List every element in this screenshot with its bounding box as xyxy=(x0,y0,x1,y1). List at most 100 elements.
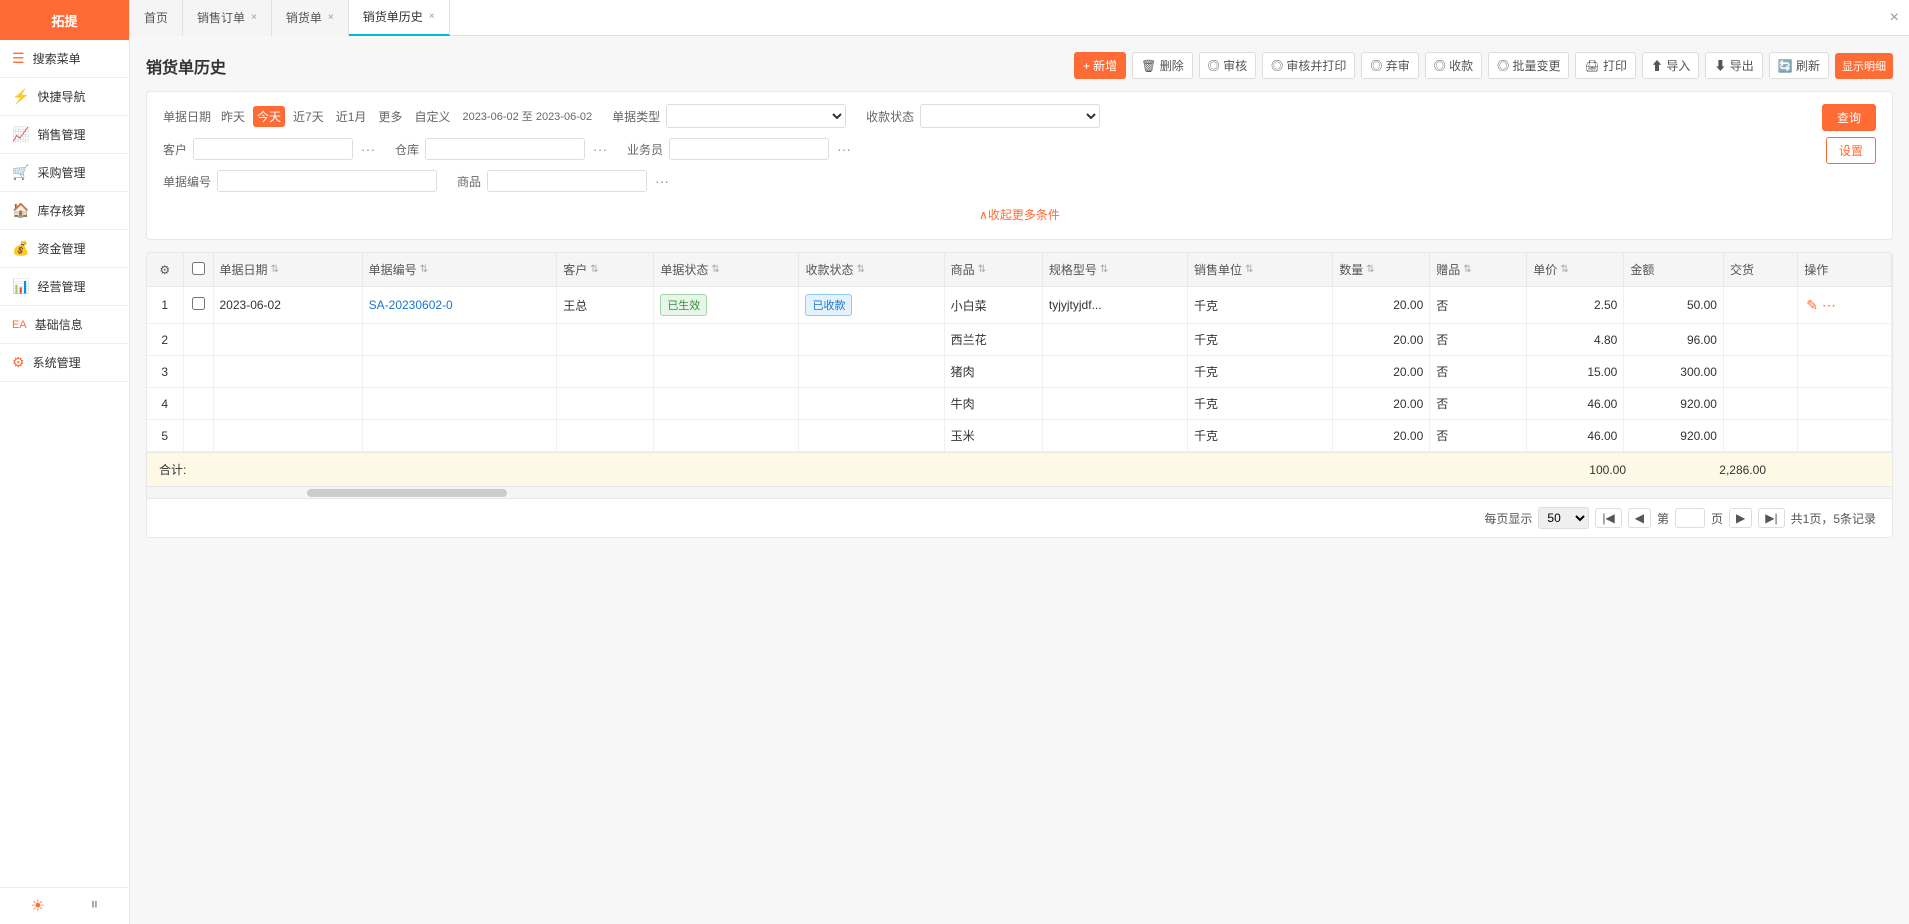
print-button[interactable]: 🖨 打印 xyxy=(1575,52,1636,79)
filter-agent-input[interactable] xyxy=(669,138,829,160)
cell-checkbox[interactable] xyxy=(183,324,213,356)
sort-doc-status[interactable]: 单据状态 ⇅ xyxy=(660,261,792,278)
cell-product: 牛肉 xyxy=(944,388,1042,420)
tab-sales-history[interactable]: 销货单历史 × xyxy=(349,0,450,36)
prev-page-button[interactable]: ◀ xyxy=(1628,508,1651,528)
display-detail-button[interactable]: 显示明细 xyxy=(1835,53,1893,79)
th-checkbox[interactable] xyxy=(183,253,213,287)
sort-number[interactable]: 单据编号 ⇅ xyxy=(369,261,551,278)
sort-receive-status[interactable]: 收款状态 ⇅ xyxy=(805,261,937,278)
sort-unit[interactable]: 销售单位 ⇅ xyxy=(1194,261,1326,278)
agent-dots[interactable]: ··· xyxy=(837,141,851,157)
shortcut-yesterday[interactable]: 昨天 xyxy=(217,106,249,127)
sidebar-item-search[interactable]: ☰ 搜索菜单 xyxy=(0,40,129,78)
more-action[interactable]: ⋯ xyxy=(1822,297,1836,313)
cell-checkbox[interactable] xyxy=(183,388,213,420)
filter-customer-input[interactable] xyxy=(193,138,353,160)
page-suffix: 页 xyxy=(1711,510,1723,527)
tab-sales-delivery-close[interactable]: × xyxy=(328,12,334,23)
export-button[interactable]: ⬇ 导出 xyxy=(1705,52,1762,79)
cell-price: 2.50 xyxy=(1527,287,1624,324)
row-checkbox[interactable] xyxy=(192,297,205,310)
sidebar-bottom-icon1[interactable]: ☀ xyxy=(31,896,45,916)
sort-gift[interactable]: 赠品 ⇅ xyxy=(1436,261,1520,278)
shortcut-more[interactable]: 更多 xyxy=(374,106,406,127)
sidebar-item-finance[interactable]: 💰 资金管理 xyxy=(0,230,129,268)
collapse-label: 收起更多条件 xyxy=(988,206,1060,223)
delete-button[interactable]: 🗑 删除 xyxy=(1132,52,1193,79)
th-settings[interactable]: ⚙ xyxy=(147,253,183,287)
shortcut-today[interactable]: 今天 xyxy=(253,106,285,127)
main-area: 首页 销售订单 × 销货单 × 销货单历史 × × 销货单历史 + 新增 🗑 删… xyxy=(130,0,1909,924)
sidebar-item-sales-label: 销售管理 xyxy=(37,126,85,143)
sort-price[interactable]: 单价 ⇅ xyxy=(1533,261,1617,278)
current-page-input[interactable]: 1 xyxy=(1675,508,1705,528)
import-button[interactable]: ⬆ 导入 xyxy=(1642,52,1699,79)
table-header-row: ⚙ 单据日期 ⇅ 单据编号 xyxy=(147,253,1892,287)
cell-spec xyxy=(1042,420,1187,452)
audit-button[interactable]: ◎ 审核 xyxy=(1199,52,1256,79)
sidebar-item-sales[interactable]: 📈 销售管理 xyxy=(0,116,129,154)
sort-spec[interactable]: 规格型号 ⇅ xyxy=(1049,261,1181,278)
sort-price-icon: ⇅ xyxy=(1560,264,1568,275)
batch-change-button[interactable]: ◎ 批量变更 xyxy=(1488,52,1569,79)
inventory-icon: 🏠 xyxy=(12,202,29,219)
sidebar-bottom-icon2[interactable]: ⏸ xyxy=(90,896,98,916)
tab-sales-order-close[interactable]: × xyxy=(251,12,257,23)
new-button[interactable]: + 新增 xyxy=(1074,52,1126,79)
settings-icon[interactable]: ⚙ xyxy=(159,263,170,277)
filter-doc-type-select[interactable] xyxy=(666,104,846,128)
sidebar-item-operations[interactable]: 📊 经营管理 xyxy=(0,268,129,306)
sidebar-item-quick-nav[interactable]: ⚡ 快捷导航 xyxy=(0,78,129,116)
settings-button[interactable]: 设置 xyxy=(1826,137,1876,164)
tab-sales-order[interactable]: 销售订单 × xyxy=(183,0,272,36)
tab-sales-history-close[interactable]: × xyxy=(429,11,435,22)
next-page-button[interactable]: ▶ xyxy=(1729,508,1752,528)
sort-product[interactable]: 商品 ⇅ xyxy=(951,261,1036,278)
sidebar-item-inventory[interactable]: 🏠 库存核算 xyxy=(0,192,129,230)
table-row: 5 玉米 千克 20.00 否 46.00 920.00 xyxy=(147,420,1892,452)
cell-customer xyxy=(557,356,654,388)
warehouse-dots[interactable]: ··· xyxy=(593,141,607,157)
sidebar-bottom: ☀ ⏸ xyxy=(0,887,129,924)
tab-home[interactable]: 首页 xyxy=(130,0,183,36)
last-page-button[interactable]: ▶| xyxy=(1758,508,1784,528)
sidebar-item-system[interactable]: ⚙ 系统管理 xyxy=(0,344,129,382)
cell-product: 西兰花 xyxy=(944,324,1042,356)
cell-action xyxy=(1798,356,1892,388)
select-all-checkbox[interactable] xyxy=(192,262,205,275)
cell-checkbox[interactable] xyxy=(183,420,213,452)
query-button[interactable]: 查询 xyxy=(1822,104,1876,131)
horizontal-scrollbar[interactable] xyxy=(147,486,1892,498)
sidebar-item-base-info[interactable]: EA 基础信息 xyxy=(0,306,129,344)
shortcut-custom[interactable]: 自定义 xyxy=(410,106,454,127)
refresh-button[interactable]: 🔄 刷新 xyxy=(1769,52,1829,79)
sidebar-item-purchase[interactable]: 🛒 采购管理 xyxy=(0,154,129,192)
abandon-button[interactable]: ◎ 弃审 xyxy=(1361,52,1418,79)
receive-button[interactable]: ◎ 收款 xyxy=(1425,52,1482,79)
sort-date-icon: ⇅ xyxy=(271,264,279,275)
shortcut-1month[interactable]: 近1月 xyxy=(332,106,371,127)
customer-dots[interactable]: ··· xyxy=(361,141,375,157)
tab-sales-delivery[interactable]: 销货单 × xyxy=(272,0,349,36)
toolbar: + 新增 🗑 删除 ◎ 审核 ◎ 审核并打印 ◎ 弃审 ◎ 收款 ◎ 批量变更 … xyxy=(1074,52,1893,79)
collapse-button[interactable]: ∧ 收起更多条件 xyxy=(975,202,1064,227)
sort-customer[interactable]: 客户 ⇅ xyxy=(563,261,647,278)
filter-customer-item: 客户 ··· xyxy=(163,138,375,160)
filter-product-input[interactable] xyxy=(487,170,647,192)
sort-qty[interactable]: 数量 ⇅ xyxy=(1339,261,1423,278)
first-page-button[interactable]: |◀ xyxy=(1595,508,1621,528)
tab-close-all[interactable]: × xyxy=(1890,9,1909,27)
filter-warehouse-input[interactable] xyxy=(425,138,585,160)
edit-action[interactable]: ✎ xyxy=(1806,297,1818,313)
sort-date[interactable]: 单据日期 ⇅ xyxy=(220,261,356,278)
filter-docnum-input[interactable] xyxy=(217,170,437,192)
per-page-select[interactable]: 50 100 xyxy=(1538,507,1589,529)
cell-checkbox[interactable] xyxy=(183,356,213,388)
filter-receive-status-select[interactable] xyxy=(920,104,1100,128)
scrollbar-thumb[interactable] xyxy=(307,489,507,497)
product-dots[interactable]: ··· xyxy=(655,173,669,189)
audit-print-button[interactable]: ◎ 审核并打印 xyxy=(1262,52,1355,79)
cell-checkbox[interactable] xyxy=(183,287,213,324)
shortcut-7days[interactable]: 近7天 xyxy=(289,106,328,127)
